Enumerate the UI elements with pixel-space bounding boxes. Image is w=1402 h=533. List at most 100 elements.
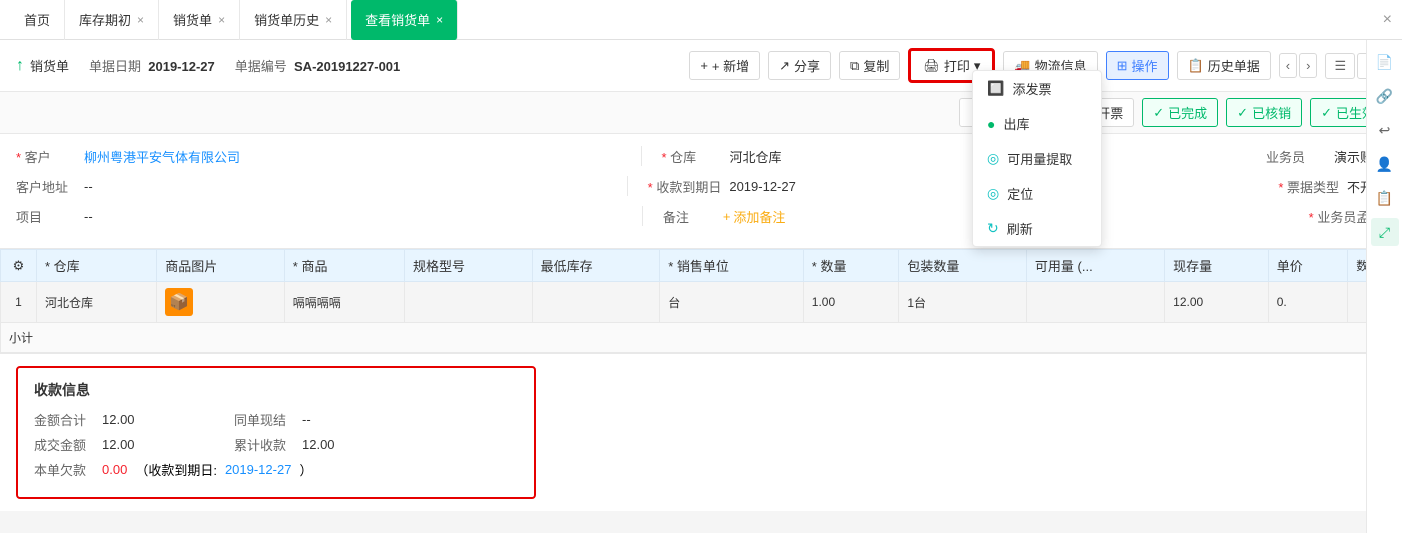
dropdown-outbound[interactable]: ● 出库 [973, 106, 1101, 141]
tab-inventory-label: 库存期初 [79, 10, 131, 29]
project-field: 项目 -- [16, 207, 622, 226]
new-icon: + [700, 58, 708, 73]
payment-item-cumulative: 累计收款 12.00 [234, 435, 394, 454]
address-label: 客户地址 [16, 177, 76, 196]
available-icon: ◎ [987, 150, 999, 167]
th-spec: 规格型号 [405, 250, 533, 282]
due-date-field: 收款到期日 2019-12-27 [648, 177, 1239, 196]
prev-button[interactable]: ‹ [1279, 53, 1297, 78]
payment-row-1: 金额合计 12.00 同单现结 -- [34, 410, 518, 429]
refresh-icon: ↻ [987, 220, 999, 237]
sep2 [627, 176, 628, 196]
sidebar-doc-icon[interactable]: 📄 [1371, 48, 1399, 76]
done-button[interactable]: ✓ 已完成 [1142, 98, 1218, 127]
new-button[interactable]: + + 新增 [689, 51, 760, 80]
project-value: -- [84, 209, 93, 224]
doc-date-label: 单据日期 2019-12-27 [89, 56, 215, 75]
sidebar-return-icon[interactable]: ↩ [1371, 116, 1399, 144]
sidebar-expand-icon[interactable]: ⤢ [1371, 218, 1399, 246]
doc-date-value: 2019-12-27 [148, 59, 215, 74]
cell-unit: 台 [660, 282, 804, 323]
share-button[interactable]: ↗ 分享 [768, 51, 831, 80]
add-note-button[interactable]: + 添加备注 [723, 207, 786, 226]
cell-spec [405, 282, 533, 323]
owed-date: 2019-12-27 [225, 462, 292, 477]
th-min-stock: 最低库存 [532, 250, 660, 282]
th-price: 单价 [1268, 250, 1348, 282]
payment-info: 收款信息 金额合计 12.00 同单现结 -- 成交金额 12.00 累计收款 … [16, 366, 536, 499]
doc-header: ↑ 销货单 单据日期 2019-12-27 单据编号 SA-20191227-0… [0, 40, 1402, 92]
cumulative-label: 累计收款 [234, 435, 294, 454]
voided-button[interactable]: ✓ 已核销 [1226, 98, 1302, 127]
th-pack-qty: 包装数量 [899, 250, 1027, 282]
table-area: ⚙ * 仓库 商品图片 * 商品 规格型号 最低库存 * 销售单 [0, 249, 1402, 353]
history-icon: 📋 [1188, 58, 1204, 74]
dropdown-available[interactable]: ◎ 可用量提取 [973, 141, 1101, 176]
operations-dropdown: 🔲 添发票 ● 出库 ◎ 可用量提取 ◎ 定位 ↻ 刷新 [972, 70, 1102, 247]
tab-home-label: 首页 [24, 10, 50, 29]
tab-sales[interactable]: 销货单 × [159, 0, 240, 40]
subtotal-label: 小计 [1, 323, 1402, 353]
payment-item-owed: 本单欠款 0.00 （收款到期日: 2019-12-27 ） [34, 460, 434, 479]
doc-meta: 单据日期 2019-12-27 单据编号 SA-20191227-001 [89, 56, 400, 75]
tab-inventory-close[interactable]: × [137, 13, 144, 27]
tab-bar-close-button[interactable]: × [1383, 11, 1392, 29]
tab-bar: 首页 库存期初 × 销货单 × 销货单历史 × 查看销货单 × × [0, 0, 1402, 40]
tab-sales-label: 销货单 [173, 10, 212, 29]
table-header-row: ⚙ * 仓库 商品图片 * 商品 规格型号 最低库存 * 销售单 [1, 250, 1402, 282]
nav-arrows: ‹ › [1279, 53, 1318, 78]
tab-inventory[interactable]: 库存期初 × [65, 0, 159, 40]
tab-sales-close[interactable]: × [218, 13, 225, 27]
dropdown-locate[interactable]: ◎ 定位 [973, 176, 1101, 211]
cell-pack-qty: 1台 [899, 282, 1027, 323]
th-quantity: * 数量 [803, 250, 899, 282]
product-table: ⚙ * 仓库 商品图片 * 商品 规格型号 最低库存 * 销售单 [0, 249, 1402, 353]
sidebar-clipboard-icon[interactable]: 📋 [1371, 184, 1399, 212]
owed-suffix-close: ） [299, 460, 312, 479]
tab-home[interactable]: 首页 [10, 0, 65, 40]
copy-button[interactable]: ⧉ 复制 [839, 51, 900, 80]
owed-label: 本单欠款 [34, 460, 94, 479]
th-image: 商品图片 [157, 250, 285, 282]
cell-quantity: 1.00 [803, 282, 899, 323]
warehouse-value: 河北仓库 [730, 147, 782, 166]
table-row: 1 河北仓库 📦 嗝嗝嗝嗝 台 1.00 1台 12.00 0. [1, 282, 1402, 323]
address-value: -- [84, 179, 93, 194]
address-field: 客户地址 -- [16, 177, 607, 196]
plus-icon: + [723, 209, 731, 224]
tab-view-sales-close[interactable]: × [436, 13, 443, 27]
sidebar-user-icon[interactable]: 👤 [1371, 150, 1399, 178]
payment-item-settle: 同单现结 -- [234, 410, 394, 429]
dropdown-refresh[interactable]: ↻ 刷新 [973, 211, 1101, 246]
operations-icon: ⊞ [1117, 58, 1128, 74]
list-view-button[interactable]: ☰ [1325, 53, 1355, 79]
cumulative-value: 12.00 [302, 437, 335, 452]
tab-sales-history-close[interactable]: × [325, 13, 332, 27]
doc-type-icon: ↑ [16, 57, 24, 75]
history-button[interactable]: 📋 历史单据 [1177, 51, 1271, 80]
copy-icon: ⧉ [850, 58, 859, 74]
th-warehouse: * 仓库 [37, 250, 157, 282]
tab-view-sales[interactable]: 查看销货单 × [351, 0, 458, 40]
due-date-value: 2019-12-27 [729, 179, 796, 194]
doc-number-label: 单据编号 SA-20191227-001 [235, 56, 401, 75]
next-button[interactable]: › [1299, 53, 1317, 78]
refresh-label: 刷新 [1007, 219, 1033, 238]
tab-sales-history[interactable]: 销货单历史 × [240, 0, 347, 40]
customer-field: 客户 柳州粤港平安气体有限公司 [16, 147, 621, 166]
payment-row-2: 成交金额 12.00 累计收款 12.00 [34, 435, 518, 454]
ticket-label: 票据类型 [1278, 177, 1339, 196]
right-sidebar: 📄 🔗 ↩ 👤 📋 ⤢ [1366, 40, 1402, 533]
dropdown-add-invoice[interactable]: 🔲 添发票 [973, 71, 1101, 106]
th-settings[interactable]: ⚙ [1, 250, 37, 282]
bottom-panel: 收款信息 金额合计 12.00 同单现结 -- 成交金额 12.00 累计收款 … [0, 353, 1402, 511]
operations-button[interactable]: ⊞ 操作 [1106, 51, 1169, 80]
cell-warehouse: 河北仓库 [37, 282, 157, 323]
form-area: 客户 柳州粤港平安气体有限公司 仓库 河北仓库 业务员 演示账号 客户地址 --… [0, 134, 1402, 249]
customer-value[interactable]: 柳州粤港平安气体有限公司 [84, 147, 240, 166]
sidebar-link-icon[interactable]: 🔗 [1371, 82, 1399, 110]
tab-view-sales-label: 查看销货单 [365, 10, 430, 29]
th-unit: * 销售单位 [660, 250, 804, 282]
ticket-field: 票据类型 不开票 [1238, 177, 1386, 196]
form-row-2: 客户地址 -- 收款到期日 2019-12-27 票据类型 不开票 [16, 176, 1386, 196]
